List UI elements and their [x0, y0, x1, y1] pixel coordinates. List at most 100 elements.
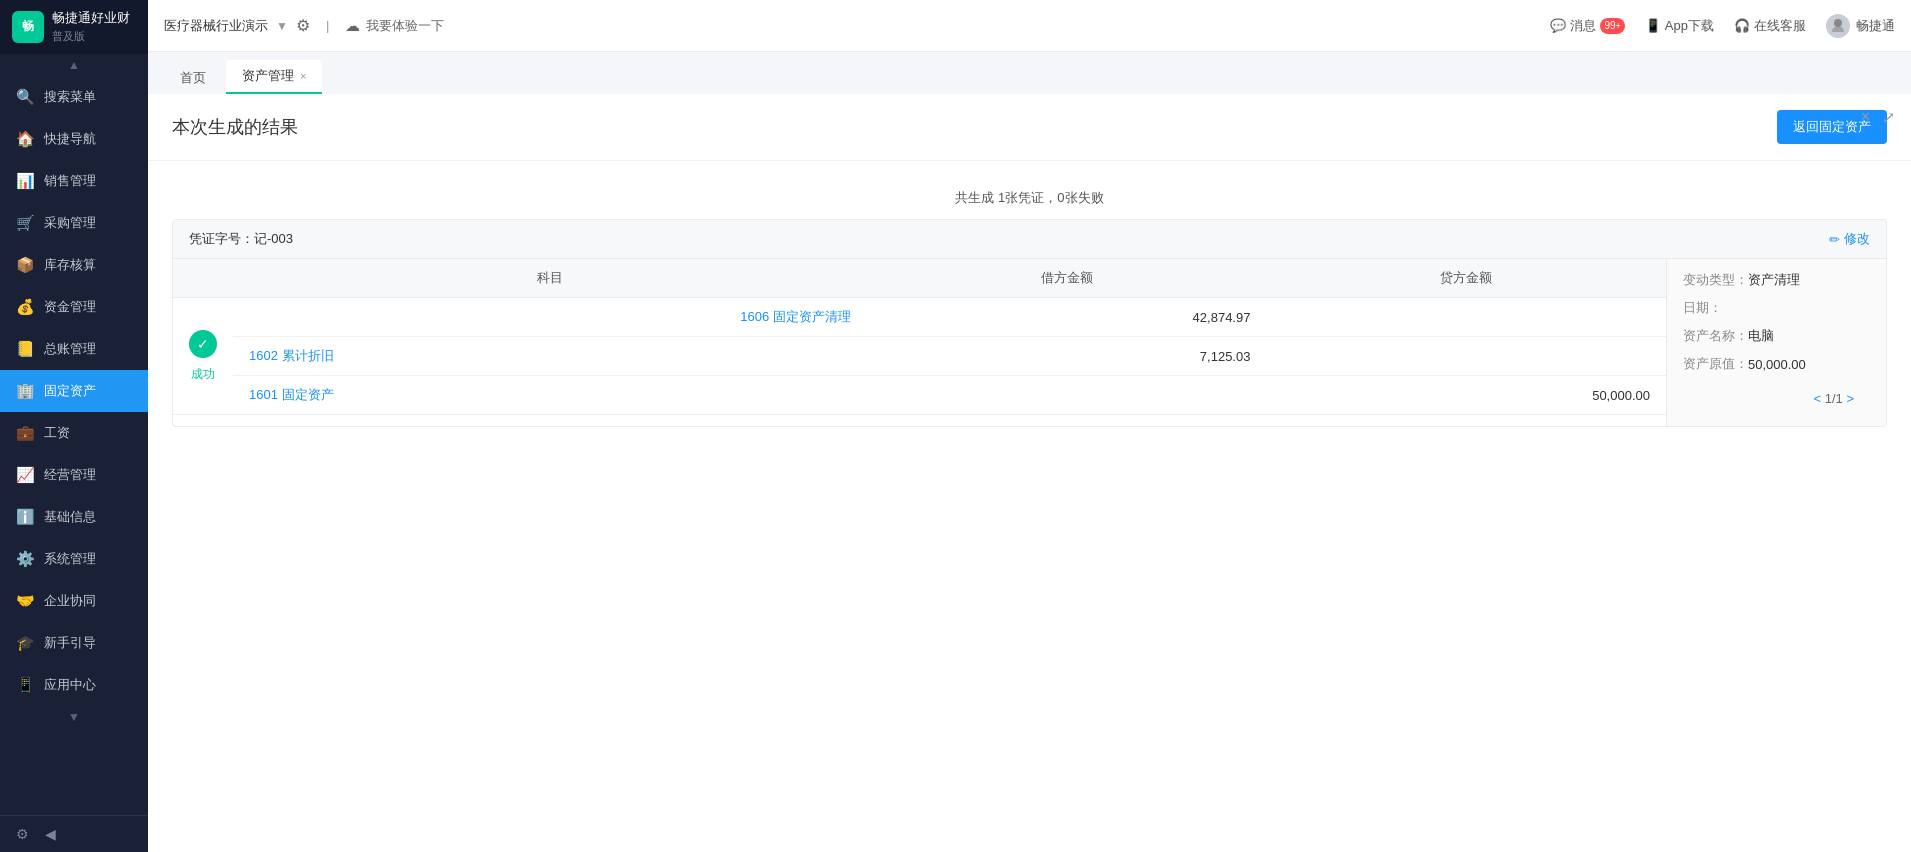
tab-asset-management[interactable]: 资产管理 × [226, 60, 322, 94]
sidebar-item-quick-nav[interactable]: 🏠 快捷导航 [0, 118, 148, 160]
sidebar-item-guide[interactable]: 🎓 新手引导 [0, 622, 148, 664]
sidebar: 畅 畅捷通好业财 普及版 ▲ 🔍 搜索菜单 🏠 快捷导航 📊 销售管理 🛒 采购… [0, 0, 148, 852]
tab-asset-label: 资产管理 [242, 67, 294, 85]
avatar [1826, 14, 1850, 38]
sidebar-item-inventory-label: 库存核算 [44, 256, 96, 274]
sidebar-item-operations[interactable]: 📈 经营管理 [0, 454, 148, 496]
home-icon: 🏠 [16, 130, 34, 148]
credit-cell-1 [1266, 337, 1666, 376]
side-field-change-type: 变动类型： 资产清理 [1683, 271, 1870, 289]
sidebar-item-general-ledger[interactable]: 📒 总账管理 [0, 328, 148, 370]
customer-service-label: 在线客服 [1754, 17, 1806, 35]
result-summary: 共生成 1张凭证，0张失败 [172, 177, 1887, 219]
app-download-button[interactable]: 📱 App下载 [1645, 17, 1714, 35]
sidebar-item-salary[interactable]: 💼 工资 [0, 412, 148, 454]
sidebar-item-basic-info[interactable]: ℹ️ 基础信息 [0, 496, 148, 538]
enterprise-icon: 🤝 [16, 592, 34, 610]
subject-cell-1: 1602 累计折旧 [233, 337, 867, 376]
side-field-asset-original-value: 资产原值： 50,000.00 [1683, 355, 1870, 373]
table-row: ✓ 成功 1606 固定资产清理 4 [173, 298, 1666, 337]
voucher-body: 科目 借方金额 贷方金额 [173, 259, 1886, 426]
customer-service-button[interactable]: 🎧 在线客服 [1734, 17, 1806, 35]
sidebar-item-ledger-label: 总账管理 [44, 340, 96, 358]
table-header-debit: 借方金额 [867, 259, 1267, 298]
expand-panel-button[interactable]: ⤢ [1882, 108, 1895, 127]
settings-footer-icon[interactable]: ⚙ [16, 826, 29, 842]
fixed-assets-icon: 🏢 [16, 382, 34, 400]
status-cell: ✓ 成功 [173, 298, 233, 415]
ledger-icon: 📒 [16, 340, 34, 358]
sidebar-item-search[interactable]: 🔍 搜索菜单 [0, 76, 148, 118]
prev-page-button[interactable]: < [1814, 391, 1822, 406]
side-field-asset-name: 资产名称： 电脑 [1683, 327, 1870, 345]
username: 畅捷通 [1856, 17, 1895, 35]
sidebar-footer: ⚙ ◀ [0, 815, 148, 852]
close-panel-button[interactable]: × [1861, 108, 1870, 127]
credit-cell-2: 50,000.00 [1266, 376, 1666, 415]
page-title: 本次生成的结果 [172, 115, 298, 139]
info-icon: ℹ️ [16, 508, 34, 526]
voucher-table-area: 科目 借方金额 贷方金额 [173, 259, 1666, 426]
experience-button[interactable]: ☁ 我要体验一下 [345, 17, 444, 35]
scroll-down-indicator: ▼ [0, 706, 148, 728]
topbar-right: 💬 消息 99+ 📱 App下载 🎧 在线客服 畅捷通 [1550, 14, 1895, 38]
app-center-icon: 📱 [16, 676, 34, 694]
sidebar-item-system[interactable]: ⚙️ 系统管理 [0, 538, 148, 580]
purchase-icon: 🛒 [16, 214, 34, 232]
collapse-sidebar-icon[interactable]: ◀ [45, 826, 56, 842]
capital-icon: 💰 [16, 298, 34, 316]
experience-label: 我要体验一下 [366, 17, 444, 35]
table-header-status [173, 259, 233, 298]
search-icon: 🔍 [16, 88, 34, 106]
tab-home[interactable]: 首页 [164, 62, 222, 94]
sidebar-item-capital[interactable]: 💰 资金管理 [0, 286, 148, 328]
edit-icon: ✏ [1829, 232, 1840, 247]
voucher-side-panel: 变动类型： 资产清理 日期： 资产名称： 电脑 资产原值： [1666, 259, 1886, 426]
messages-button[interactable]: 💬 消息 99+ [1550, 17, 1624, 35]
side-field-date: 日期： [1683, 299, 1870, 317]
settings-icon[interactable]: ⚙ [296, 16, 310, 35]
table-row: 1601 固定资产 50,000.00 [173, 376, 1666, 415]
main-area: 医疗器械行业演示 ▼ ⚙ | ☁ 我要体验一下 💬 消息 99+ 📱 App下载 [148, 0, 1911, 852]
sidebar-item-system-label: 系统管理 [44, 550, 96, 568]
debit-cell-0: 42,874.97 [867, 298, 1267, 337]
subject-cell-2: 1601 固定资产 [233, 376, 867, 415]
success-icon: ✓ [189, 330, 217, 358]
success-text: 成功 [191, 366, 215, 383]
company-dropdown-icon[interactable]: ▼ [276, 19, 288, 33]
sidebar-item-sales[interactable]: 📊 销售管理 [0, 160, 148, 202]
download-icon: 📱 [1645, 18, 1661, 33]
sidebar-item-enterprise[interactable]: 🤝 企业协同 [0, 580, 148, 622]
next-page-button[interactable]: > [1846, 391, 1854, 406]
topbar-left: 医疗器械行业演示 ▼ ⚙ | ☁ 我要体验一下 [164, 16, 444, 35]
tabbar: 首页 资产管理 × [148, 52, 1911, 94]
salary-icon: 💼 [16, 424, 34, 442]
sidebar-item-capital-label: 资金管理 [44, 298, 96, 316]
sidebar-nav: ▲ 🔍 搜索菜单 🏠 快捷导航 📊 销售管理 🛒 采购管理 📦 库存核算 💰 资… [0, 54, 148, 815]
user-info[interactable]: 畅捷通 [1826, 14, 1895, 38]
company-name: 医疗器械行业演示 [164, 17, 268, 35]
debit-cell-2 [867, 376, 1267, 415]
asset-value-label: 资产原值： [1683, 355, 1748, 373]
sidebar-item-inventory[interactable]: 📦 库存核算 [0, 244, 148, 286]
table-header-credit: 贷方金额 [1266, 259, 1666, 298]
cloud-icon: ☁ [345, 17, 360, 35]
svg-point-0 [1834, 19, 1842, 27]
edit-label: 修改 [1844, 230, 1870, 248]
sidebar-item-sales-label: 销售管理 [44, 172, 96, 190]
table-header-subject: 科目 [233, 259, 867, 298]
voucher-header: 凭证字号：记-003 ✏ 修改 [173, 220, 1886, 259]
voucher-card: 凭证字号：记-003 ✏ 修改 科目 借方金额 [172, 219, 1887, 427]
sidebar-item-app-center[interactable]: 📱 应用中心 [0, 664, 148, 706]
system-icon: ⚙️ [16, 550, 34, 568]
scroll-up-indicator: ▲ [0, 54, 148, 76]
subject-cell-0: 1606 固定资产清理 [233, 298, 867, 337]
sidebar-item-purchase[interactable]: 🛒 采购管理 [0, 202, 148, 244]
voucher-edit-button[interactable]: ✏ 修改 [1829, 230, 1870, 248]
tab-close-button[interactable]: × [300, 70, 306, 82]
sidebar-item-enterprise-label: 企业协同 [44, 592, 96, 610]
app-logo: 畅 [12, 11, 44, 43]
sidebar-item-fixed-assets-label: 固定资产 [44, 382, 96, 400]
service-icon: 🎧 [1734, 18, 1750, 33]
sidebar-item-fixed-assets[interactable]: 🏢 固定资产 [0, 370, 148, 412]
